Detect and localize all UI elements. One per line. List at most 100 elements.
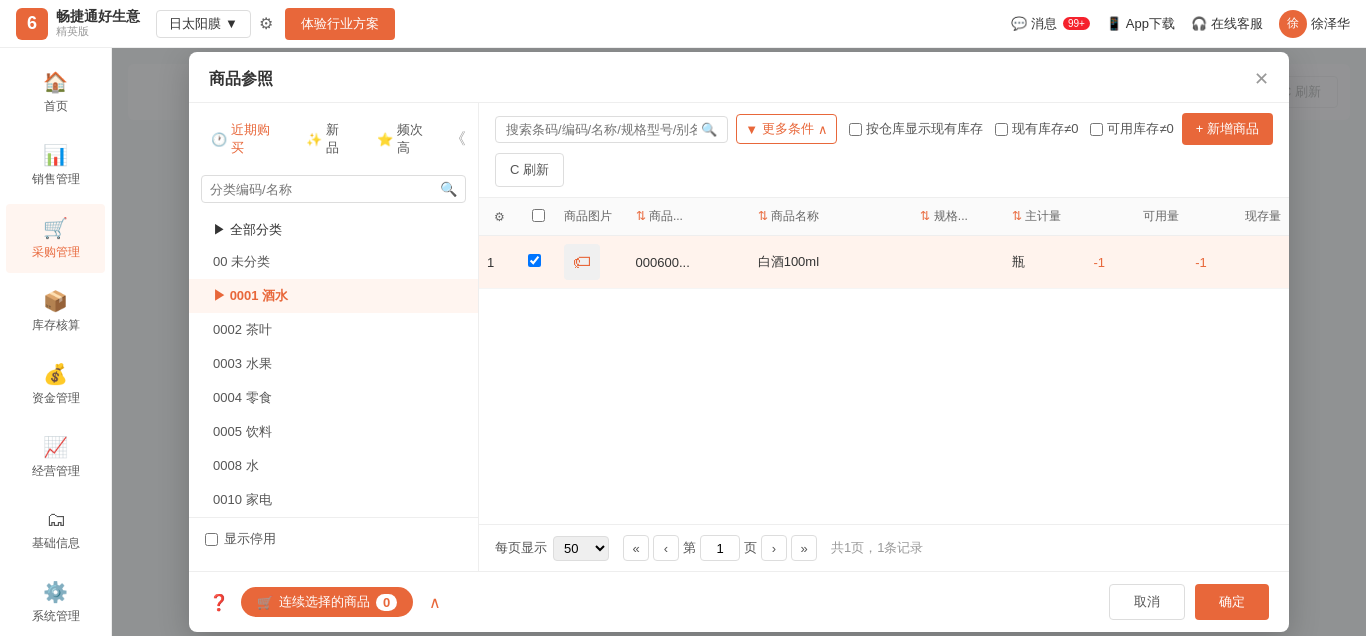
brand-icon: 6: [16, 8, 48, 40]
th-name[interactable]: ⇅ 商品名称: [750, 198, 913, 236]
cancel-button[interactable]: 取消: [1109, 584, 1185, 620]
filter-icon: ▼: [745, 122, 758, 137]
sales-icon: 📊: [43, 143, 68, 167]
select-all-checkbox[interactable]: [532, 209, 545, 222]
sidebar-item-label: 库存核算: [32, 317, 80, 334]
category-item-0003[interactable]: 0003 水果: [189, 347, 478, 381]
category-search-input[interactable]: [210, 182, 436, 197]
message-nav-item[interactable]: 💬 消息 99+: [1011, 15, 1090, 33]
sidebar-item-purchase[interactable]: 🛒 采购管理: [6, 204, 105, 273]
search-icon[interactable]: 🔍: [440, 181, 457, 197]
close-icon[interactable]: ✕: [1254, 68, 1269, 90]
category-code: 00: [213, 254, 231, 269]
sidebar-item-label: 首页: [44, 98, 68, 115]
usable-checkbox[interactable]: [1090, 123, 1103, 136]
sidebar-item-system[interactable]: ⚙️ 系统管理: [6, 568, 105, 636]
sidebar-item-home[interactable]: 🏠 首页: [6, 58, 105, 127]
search-icon[interactable]: 🔍: [701, 122, 717, 137]
th-spec[interactable]: ⇅ 规格...: [912, 198, 1004, 236]
row-unit: 瓶: [1004, 236, 1085, 289]
pagination-bar: 每页显示 20 50 100 « ‹ 第 页: [479, 524, 1289, 571]
usable-nonzero-check[interactable]: 可用库存≠0: [1090, 120, 1173, 138]
product-search-bar[interactable]: 🔍: [495, 116, 728, 143]
star-icon: ⭐: [377, 132, 393, 147]
category-name: 零食: [246, 390, 272, 405]
th-code[interactable]: ⇅ 商品...: [628, 198, 750, 236]
category-search-box[interactable]: 🔍: [201, 175, 466, 203]
confirm-button[interactable]: 确定: [1195, 584, 1269, 620]
page-prev-button[interactable]: ‹: [653, 535, 679, 561]
service-item[interactable]: 🎧 在线客服: [1191, 15, 1263, 33]
category-code: 0010: [213, 492, 246, 507]
category-item-0008[interactable]: 0008 水: [189, 449, 478, 483]
product-search-input[interactable]: [506, 122, 697, 137]
sidebar-item-sales[interactable]: 📊 销售管理: [6, 131, 105, 200]
product-reference-dialog: 商品参照 ✕ 🕐 近期购买 ✨ 新: [189, 52, 1289, 632]
inventory-icon: 📦: [43, 289, 68, 313]
row-name: 白酒100ml: [750, 236, 913, 289]
new-icon: ✨: [306, 132, 322, 147]
app-download-item[interactable]: 📱 App下载: [1106, 15, 1175, 33]
collapse-panel-icon[interactable]: 《: [450, 129, 466, 150]
row-stock: -1: [1187, 236, 1289, 289]
tab-new-label: 新品: [326, 121, 349, 157]
category-item-0001[interactable]: ▶ 0001 酒水: [189, 279, 478, 313]
page-first-button[interactable]: «: [623, 535, 649, 561]
sidebar-item-ops[interactable]: 📈 经营管理: [6, 423, 105, 492]
chevron-down-icon: ▼: [225, 16, 238, 31]
th-stock[interactable]: 现存量: [1187, 198, 1289, 236]
category-item-0005[interactable]: 0005 饮料: [189, 415, 478, 449]
all-category[interactable]: ▶ 全部分类: [197, 215, 470, 245]
sidebar-item-inventory[interactable]: 📦 库存核算: [6, 277, 105, 346]
dialog-body: 🕐 近期购买 ✨ 新品 ⭐ 频次高 《: [189, 103, 1289, 571]
add-product-button[interactable]: + 新增商品: [1182, 113, 1273, 145]
warehouse-display-check[interactable]: 按仓库显示现有库存: [849, 120, 983, 138]
th-available[interactable]: 可用量: [1085, 198, 1187, 236]
sidebar-item-basic[interactable]: 🗂 基础信息: [6, 496, 105, 564]
page-last-button[interactable]: »: [791, 535, 817, 561]
cart-count-badge: 0: [376, 594, 397, 611]
row-select-checkbox[interactable]: [528, 254, 541, 267]
category-name: 酒水: [262, 288, 288, 303]
gear-icon[interactable]: ⚙: [259, 14, 273, 33]
refresh-button[interactable]: C 刷新: [495, 153, 564, 187]
warehouse-checkbox[interactable]: [849, 123, 862, 136]
collapse-cart-icon[interactable]: ∧: [429, 593, 441, 612]
content-area: 查询 设置 C 刷新 商品参照 ✕: [112, 48, 1366, 636]
tab-new[interactable]: ✨ 新品: [296, 115, 359, 163]
page-number-input[interactable]: [700, 535, 740, 561]
cart-button[interactable]: 🛒 连续选择的商品 0: [241, 587, 413, 617]
dialog-overlay: 商品参照 ✕ 🕐 近期购买 ✨ 新: [112, 48, 1366, 636]
ops-icon: 📈: [43, 435, 68, 459]
category-item-0010[interactable]: 0010 家电: [189, 483, 478, 517]
nav-right-area: 💬 消息 99+ 📱 App下载 🎧 在线客服 徐 徐泽华: [1011, 10, 1350, 38]
category-item-0002[interactable]: 0002 茶叶: [189, 313, 478, 347]
available-nonzero-check[interactable]: 现有库存≠0: [995, 120, 1078, 138]
category-item-0004[interactable]: 0004 零食: [189, 381, 478, 415]
th-unit[interactable]: ⇅ 主计量: [1004, 198, 1085, 236]
filter-button[interactable]: ▼ 更多条件 ∧: [736, 114, 837, 144]
row-checkbox[interactable]: [520, 236, 557, 289]
user-item[interactable]: 徐 徐泽华: [1279, 10, 1350, 38]
system-icon: ⚙️: [43, 580, 68, 604]
available-checkbox[interactable]: [995, 123, 1008, 136]
sidebar-item-finance[interactable]: 💰 资金管理: [6, 350, 105, 419]
th-checkbox[interactable]: [520, 198, 557, 236]
sort-icon: ⇅: [1012, 209, 1022, 223]
store-selector[interactable]: 日太阳膜 ▼: [156, 10, 251, 38]
th-settings[interactable]: ⚙: [479, 198, 520, 236]
help-icon[interactable]: ❓: [209, 593, 229, 612]
category-arrow: ▶: [213, 288, 230, 303]
show-disabled-checkbox[interactable]: 显示停用: [205, 530, 276, 548]
table-row[interactable]: 1 🏷 000600... 白酒100ml 瓶: [479, 236, 1289, 289]
category-item-00[interactable]: 00 未分类: [189, 245, 478, 279]
category-name: 家电: [246, 492, 272, 507]
show-disabled-input[interactable]: [205, 533, 218, 546]
tab-frequent[interactable]: ⭐ 频次高: [367, 115, 442, 163]
page-next-button[interactable]: ›: [761, 535, 787, 561]
tab-recent[interactable]: 🕐 近期购买: [201, 115, 288, 163]
app-download-label: App下载: [1126, 15, 1175, 33]
experience-button[interactable]: 体验行业方案: [285, 8, 395, 40]
category-name: 茶叶: [246, 322, 272, 337]
page-size-select[interactable]: 20 50 100: [553, 536, 609, 561]
